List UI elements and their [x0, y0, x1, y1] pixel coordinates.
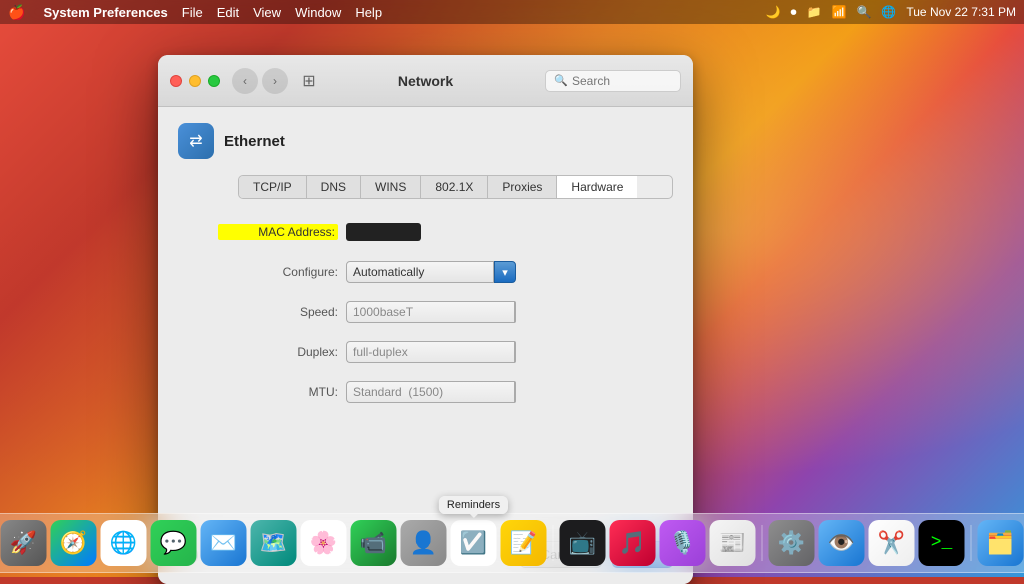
dock-item-messages[interactable]: 💬	[151, 520, 197, 566]
configure-row: Configure: Automatically	[218, 259, 673, 285]
search-box[interactable]: 🔍	[545, 70, 681, 92]
dock-item-music[interactable]: 🎵	[610, 520, 656, 566]
tab-wins[interactable]: WINS	[361, 176, 421, 198]
dock-item-script-editor[interactable]: ✂️	[869, 520, 915, 566]
menubar-left: 🍎 System Preferences File Edit View Wind…	[8, 4, 382, 21]
menubar-view[interactable]: View	[253, 5, 281, 20]
dock-item-maps[interactable]: 🗺️	[251, 520, 297, 566]
menubar-record-icon: ⏺	[791, 5, 797, 20]
close-button[interactable]	[170, 75, 182, 87]
mac-address-label: MAC Address:	[218, 224, 338, 240]
dock-item-chrome[interactable]: 🌐	[101, 520, 147, 566]
tab-8021x[interactable]: 802.1X	[421, 176, 488, 198]
search-input[interactable]	[572, 74, 672, 88]
mtu-field: ▲ ▼	[346, 381, 516, 403]
dock-item-appletv[interactable]: 📺	[560, 520, 606, 566]
tab-proxies[interactable]: Proxies	[488, 176, 557, 198]
speed-field: ▲ ▼	[346, 301, 516, 323]
dock-separator-2	[762, 525, 763, 561]
grid-view-button[interactable]: ⊞	[296, 68, 322, 94]
dock-item-terminal[interactable]: >_	[919, 520, 965, 566]
menubar-app-name[interactable]: System Preferences	[43, 5, 167, 20]
menubar-wifi-icon[interactable]: 📶	[832, 5, 847, 19]
ethernet-header: ⇄ Ethernet	[178, 123, 673, 159]
dock-item-safari[interactable]: 🧭	[51, 520, 97, 566]
window-title: Network	[398, 73, 453, 89]
dock-item-photos[interactable]: 🌸	[301, 520, 347, 566]
dock-separator-3	[971, 525, 972, 561]
dock-item-system-preferences[interactable]: ⚙️	[769, 520, 815, 566]
search-icon: 🔍	[554, 74, 568, 87]
configure-dropdown[interactable]: Automatically	[346, 261, 516, 283]
duplex-row: Duplex: ▲ ▼	[218, 339, 673, 365]
forward-button[interactable]: ›	[262, 68, 288, 94]
dock-item-reminders[interactable]: ☑️ Reminders	[451, 520, 497, 566]
maximize-button[interactable]	[208, 75, 220, 87]
nav-buttons: ‹ ›	[232, 68, 288, 94]
dock-item-podcasts[interactable]: 🎙️	[660, 520, 706, 566]
menubar-right: 🌙 ⏺ 📁 📶 🔍 🌐 Tue Nov 22 7:31 PM	[766, 5, 1016, 20]
dock: 😊 🚀 🧭 🌐 💬 ✉️ 🗺️ 🌸 📹 👤 ☑️ Reminders 📝 📺 🎵…	[0, 513, 1024, 573]
dock-item-notes[interactable]: 📝	[501, 520, 547, 566]
speed-input[interactable]	[346, 301, 514, 323]
dock-item-mail[interactable]: ✉️	[201, 520, 247, 566]
traffic-lights	[170, 75, 220, 87]
window-content: ⇄ Ethernet TCP/IP DNS WINS 802.1X Proxie…	[158, 107, 693, 527]
mtu-label: MTU:	[218, 385, 338, 399]
tabs-container: TCP/IP DNS WINS 802.1X Proxies Hardware	[238, 175, 673, 199]
speed-row: Speed: ▲ ▼	[218, 299, 673, 325]
menubar-file[interactable]: File	[182, 5, 203, 20]
duplex-label: Duplex:	[218, 345, 338, 359]
menubar-clock: Tue Nov 22 7:31 PM	[906, 5, 1016, 19]
duplex-field: ▲ ▼	[346, 341, 516, 363]
configure-dropdown-arrow[interactable]	[494, 261, 516, 283]
menubar-window[interactable]: Window	[295, 5, 341, 20]
speed-label: Speed:	[218, 305, 338, 319]
mac-address-row: MAC Address:	[218, 219, 673, 245]
mtu-stepper[interactable]: ▲ ▼	[514, 381, 516, 403]
ethernet-icon: ⇄	[178, 123, 214, 159]
tab-tcpip[interactable]: TCP/IP	[239, 176, 307, 198]
duplex-stepper[interactable]: ▲ ▼	[514, 341, 516, 363]
menubar-folder-icon: 📁	[807, 5, 822, 19]
ethernet-label: Ethernet	[224, 133, 285, 150]
mac-address-value	[346, 223, 421, 241]
titlebar: ‹ › ⊞ Network 🔍	[158, 55, 693, 107]
dock-item-facetime[interactable]: 📹	[351, 520, 397, 566]
dock-item-files[interactable]: 🗂️	[978, 520, 1024, 566]
network-window: ‹ › ⊞ Network 🔍 ⇄ Ethernet TCP/IP DNS WI…	[158, 55, 693, 584]
dock-item-news[interactable]: 📰	[710, 520, 756, 566]
menubar-siri-icon[interactable]: 🌐	[881, 5, 896, 19]
dock-item-contacts[interactable]: 👤	[401, 520, 447, 566]
menubar: 🍎 System Preferences File Edit View Wind…	[0, 0, 1024, 24]
form-section: MAC Address: Configure: Automatically Sp…	[218, 219, 673, 405]
menubar-moon-icon: 🌙	[766, 5, 781, 19]
back-button[interactable]: ‹	[232, 68, 258, 94]
ethernet-arrow-icon: ⇄	[189, 131, 202, 151]
mtu-input[interactable]	[346, 381, 514, 403]
tab-hardware[interactable]: Hardware	[557, 176, 637, 198]
dock-separator-1	[553, 525, 554, 561]
menubar-search-icon[interactable]: 🔍	[856, 5, 871, 19]
menubar-help[interactable]: Help	[355, 5, 382, 20]
duplex-input[interactable]	[346, 341, 514, 363]
apple-menu-icon[interactable]: 🍎	[8, 4, 25, 21]
tab-dns[interactable]: DNS	[307, 176, 361, 198]
minimize-button[interactable]	[189, 75, 201, 87]
menubar-edit[interactable]: Edit	[217, 5, 239, 20]
dock-item-launchpad[interactable]: 🚀	[1, 520, 47, 566]
dock-item-preview[interactable]: 👁️	[819, 520, 865, 566]
configure-label: Configure:	[218, 265, 338, 279]
configure-select[interactable]: Automatically	[346, 261, 494, 283]
speed-stepper[interactable]: ▲ ▼	[514, 301, 516, 323]
mtu-row: MTU: ▲ ▼	[218, 379, 673, 405]
